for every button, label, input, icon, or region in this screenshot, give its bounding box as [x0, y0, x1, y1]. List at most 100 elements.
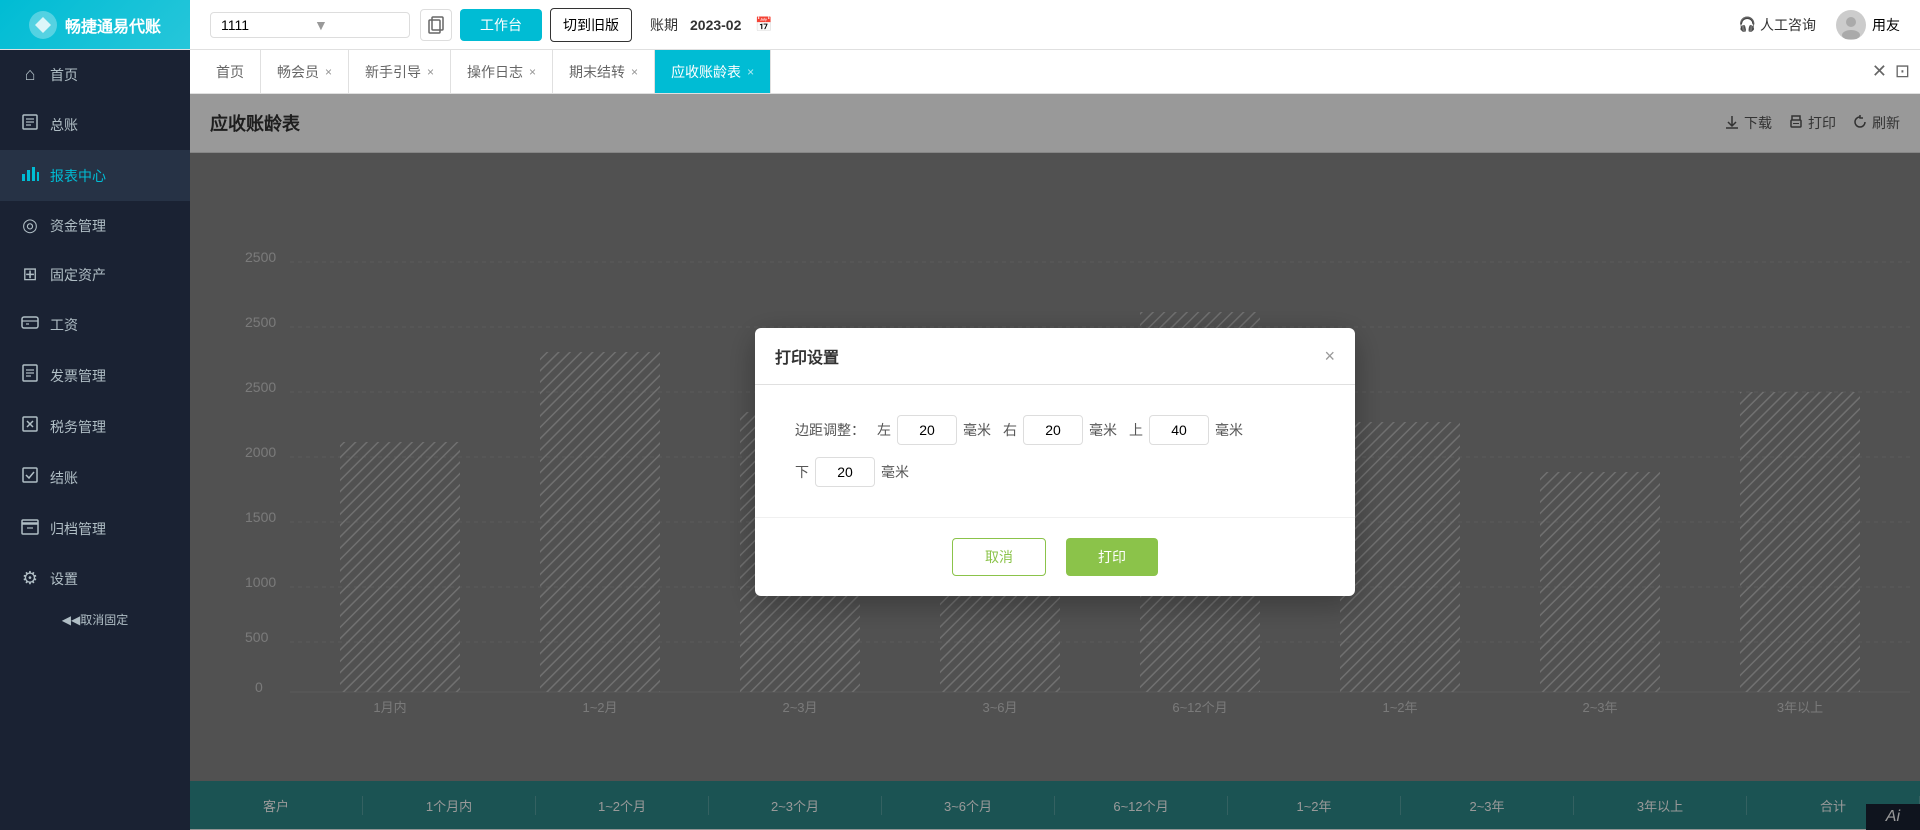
sidebar: ⌂ 首页 总账 报表中心 ◎ 资金管理 ⊞ 固定资产 工资 — [0, 50, 190, 830]
modal-header: 打印设置 × — [755, 328, 1355, 385]
top-margin-input[interactable] — [1149, 415, 1209, 445]
collapse-icon: ◀◀ — [62, 613, 80, 627]
right-margin-group: 右 毫米 — [1003, 415, 1117, 445]
sidebar-label-reports: 报表中心 — [50, 166, 106, 186]
modal-footer: 取消 打印 — [755, 517, 1355, 596]
modal-close-btn[interactable]: × — [1324, 346, 1335, 367]
sidebar-item-funds[interactable]: ◎ 资金管理 — [0, 201, 190, 250]
sidebar-item-ledger[interactable]: 总账 — [0, 99, 190, 150]
tab-member-close[interactable]: × — [325, 65, 332, 79]
tab-period-end-label: 期末结转 — [569, 62, 625, 82]
support-label: 人工咨询 — [1760, 15, 1816, 35]
top-margin-group: 上 毫米 — [1129, 415, 1243, 445]
tab-period-end-close[interactable]: × — [631, 65, 638, 79]
tab-period-end[interactable]: 期末结转 × — [553, 50, 655, 93]
period-label: 账期 — [650, 15, 678, 35]
tab-guide-close[interactable]: × — [427, 65, 434, 79]
sidebar-item-home[interactable]: ⌂ 首页 — [0, 50, 190, 99]
reports-icon — [20, 164, 40, 187]
sidebar-label-assets: 固定资产 — [50, 265, 106, 285]
period-value: 2023-02 — [690, 17, 741, 33]
left-unit: 毫米 — [963, 420, 991, 440]
settings-icon: ⚙ — [20, 568, 40, 589]
tab-bar-right: ✕ ⊡ — [1872, 61, 1910, 82]
left-margin-group: 左 毫米 — [877, 415, 991, 445]
tab-log[interactable]: 操作日志 × — [451, 50, 553, 93]
user-area[interactable]: 用友 — [1836, 10, 1900, 40]
header-btn-group: 工作台 切到旧版 账期 2023-02 📅 — [420, 8, 773, 42]
tab-close-all-icon[interactable]: ✕ — [1872, 61, 1887, 82]
sidebar-label-settings: 设置 — [50, 569, 78, 589]
sidebar-label-ledger: 总账 — [50, 115, 78, 135]
assets-icon: ⊞ — [20, 264, 40, 285]
calendar-icon[interactable]: 📅 — [755, 16, 772, 33]
cancel-button[interactable]: 取消 — [952, 538, 1046, 576]
company-selector[interactable]: 1111 ▼ — [210, 12, 410, 38]
sidebar-label-salary: 工资 — [50, 315, 78, 335]
right-unit: 毫米 — [1089, 420, 1117, 440]
top-header: 畅捷通易代账 1111 ▼ 工作台 切到旧版 账期 2023-02 📅 🎧 人工… — [0, 0, 1920, 50]
sidebar-label-tax: 税务管理 — [50, 417, 106, 437]
switch-version-button[interactable]: 切到旧版 — [550, 8, 632, 42]
page-content: 应收账龄表 下载 打印 — [190, 94, 1920, 830]
sidebar-item-assets[interactable]: ⊞ 固定资产 — [0, 250, 190, 299]
bottom-margin-input[interactable] — [815, 457, 875, 487]
top-unit: 毫米 — [1215, 420, 1243, 440]
ledger-icon — [20, 113, 40, 136]
sidebar-label-home: 首页 — [50, 65, 78, 85]
tab-member-label: 畅会员 — [277, 62, 319, 82]
margin-label: 边距调整： — [795, 420, 865, 440]
sidebar-item-salary[interactable]: 工资 — [0, 299, 190, 350]
left-label: 左 — [877, 420, 891, 440]
sidebar-item-tax[interactable]: 税务管理 — [0, 401, 190, 452]
tab-ar-aging-label: 应收账龄表 — [671, 62, 741, 82]
tab-ar-aging-close[interactable]: × — [747, 65, 754, 79]
header-right: 🎧 人工咨询 用友 — [1739, 10, 1900, 40]
tax-icon — [20, 415, 40, 438]
home-icon: ⌂ — [20, 64, 40, 85]
modal-body: 边距调整： 左 毫米 右 毫米 — [755, 385, 1355, 517]
sidebar-label-checkout: 结账 — [50, 468, 78, 488]
tab-log-close[interactable]: × — [529, 65, 536, 79]
archive-icon — [20, 517, 40, 540]
modal-title: 打印设置 — [775, 344, 839, 368]
collapse-label: 取消固定 — [80, 611, 128, 628]
sidebar-label-invoice: 发票管理 — [50, 366, 106, 386]
tab-guide[interactable]: 新手引导 × — [349, 50, 451, 93]
sidebar-item-invoice[interactable]: 发票管理 — [0, 350, 190, 401]
sidebar-label-funds: 资金管理 — [50, 216, 106, 236]
tab-guide-label: 新手引导 — [365, 62, 421, 82]
avatar — [1836, 10, 1866, 40]
tab-home[interactable]: 首页 — [200, 50, 261, 93]
tab-bar: 首页 畅会员 × 新手引导 × 操作日志 × 期末结转 × 应收账龄表 × — [190, 50, 1920, 94]
copy-icon-btn[interactable] — [420, 9, 452, 41]
tab-member[interactable]: 畅会员 × — [261, 50, 349, 93]
tab-ar-aging[interactable]: 应收账龄表 × — [655, 50, 771, 93]
invoice-icon — [20, 364, 40, 387]
sidebar-item-reports[interactable]: 报表中心 — [0, 150, 190, 201]
workbench-button[interactable]: 工作台 — [460, 9, 542, 41]
print-dialog: 打印设置 × 边距调整： 左 毫米 右 — [755, 328, 1355, 596]
checkout-icon — [20, 466, 40, 489]
sidebar-item-settings[interactable]: ⚙ 设置 — [0, 554, 190, 603]
right-label: 右 — [1003, 420, 1017, 440]
modal-overlay: 打印设置 × 边距调整： 左 毫米 右 — [190, 94, 1920, 830]
support-button[interactable]: 🎧 人工咨询 — [1739, 15, 1816, 35]
bottom-unit: 毫米 — [881, 462, 909, 482]
sidebar-collapse-btn[interactable]: ◀◀ 取消固定 — [0, 603, 190, 636]
company-dropdown-arrow: ▼ — [314, 17, 399, 33]
company-name: 1111 — [221, 17, 306, 33]
tab-maximize-icon[interactable]: ⊡ — [1895, 61, 1910, 82]
sidebar-item-checkout[interactable]: 结账 — [0, 452, 190, 503]
confirm-print-button[interactable]: 打印 — [1066, 538, 1158, 576]
bottom-label: 下 — [795, 462, 809, 482]
sidebar-item-archive[interactable]: 归档管理 — [0, 503, 190, 554]
salary-icon — [20, 313, 40, 336]
main-layout: ⌂ 首页 总账 报表中心 ◎ 资金管理 ⊞ 固定资产 工资 — [0, 50, 1920, 830]
right-margin-input[interactable] — [1023, 415, 1083, 445]
sidebar-label-archive: 归档管理 — [50, 519, 106, 539]
left-margin-input[interactable] — [897, 415, 957, 445]
logo-icon — [29, 11, 57, 39]
content-area: 首页 畅会员 × 新手引导 × 操作日志 × 期末结转 × 应收账龄表 × — [190, 50, 1920, 830]
top-label: 上 — [1129, 420, 1143, 440]
